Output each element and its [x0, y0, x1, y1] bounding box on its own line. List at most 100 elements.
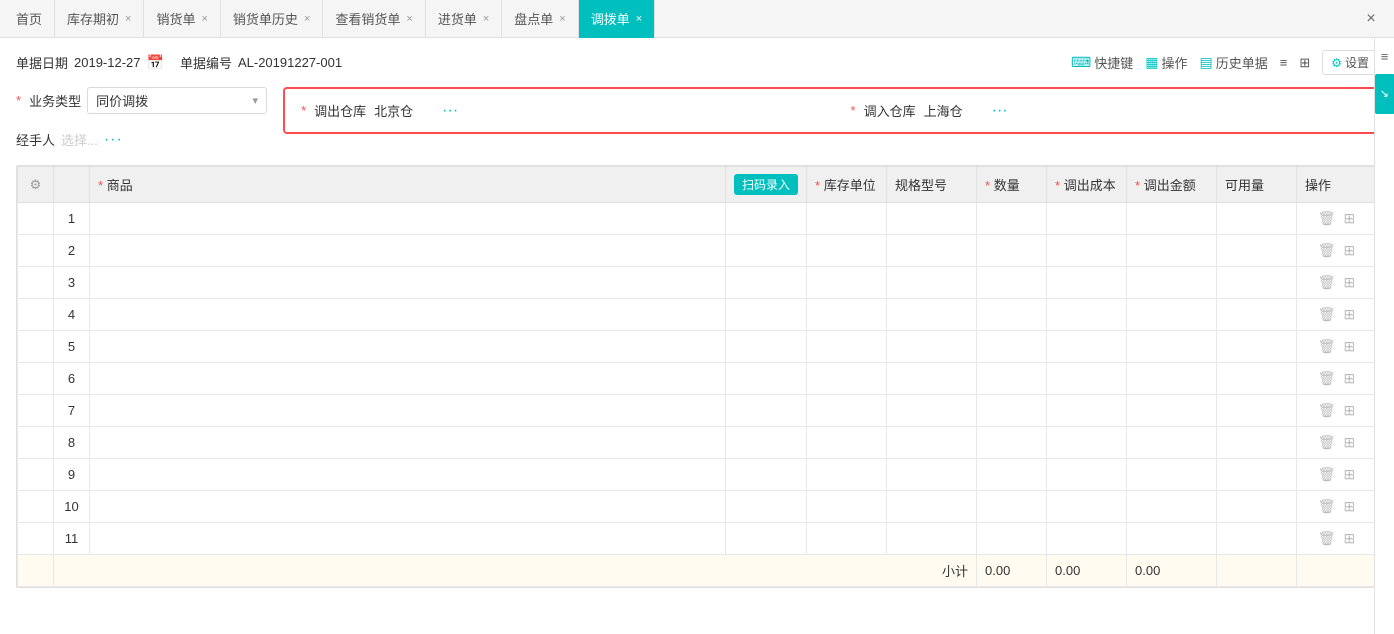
col-ops-header: 操作 — [1297, 167, 1377, 203]
chevron-down-icon: ▾ — [253, 94, 259, 107]
copy-row-2-icon[interactable]: ⊞ — [1344, 242, 1356, 259]
table-row: 8 🗑 ⊞ — [18, 427, 1377, 459]
copy-row-8-icon[interactable]: ⊞ — [1344, 434, 1356, 451]
delete-row-8-icon[interactable]: 🗑 — [1318, 434, 1336, 451]
scan-entry-button[interactable]: 扫码录入 — [734, 174, 798, 195]
col-unit-header: * 库存单位 — [807, 167, 887, 203]
tab-close-transfer-order[interactable]: × — [636, 13, 642, 25]
delete-row-10-icon[interactable]: 🗑 — [1318, 498, 1336, 515]
operation-icon: ▦ — [1145, 54, 1158, 71]
delete-row-5-icon[interactable]: 🗑 — [1318, 338, 1336, 355]
warehouse-section: * 调出仓库 北京仓 ··· * 调入仓库 上海仓 ··· — [283, 87, 1378, 134]
data-table-container: ⚙ * 商品 扫码录入 * 库存单位 规格型号 — [16, 165, 1378, 588]
delete-row-11-icon[interactable]: 🗑 — [1318, 530, 1336, 547]
delete-row-4-icon[interactable]: 🗑 — [1318, 306, 1336, 323]
calendar-icon[interactable]: 📅 — [147, 54, 164, 71]
business-type-select[interactable]: 同价调拨 ▾ — [87, 87, 267, 114]
number-field: 单据编号 AL-20191227-001 — [180, 53, 342, 72]
operator-dots-button[interactable]: ··· — [104, 131, 123, 149]
delete-row-9-icon[interactable]: 🗑 — [1318, 466, 1336, 483]
tab-bar: 首页 库存期初 × 销货单 × 销货单历史 × 查看销货单 × 进货单 × 盘点… — [0, 0, 1394, 38]
subtotal-row: 小计 0.00 0.00 0.00 — [18, 555, 1377, 587]
table-row: 5 🗑 ⊞ — [18, 331, 1377, 363]
source-warehouse-dots-button[interactable]: ··· — [442, 102, 458, 120]
table-settings-icon[interactable]: ⚙ — [26, 177, 45, 193]
header-actions: ⌨ 快捷键 ▦ 操作 ▤ 历史单据 ≡ ⊞ ⚙ 设置 — [1071, 50, 1378, 75]
table-row: 3 🗑 ⊞ — [18, 267, 1377, 299]
copy-row-3-icon[interactable]: ⊞ — [1344, 274, 1356, 291]
settings-gear-icon: ⚙ — [1331, 56, 1342, 70]
delete-row-6-icon[interactable]: 🗑 — [1318, 370, 1336, 387]
table-row: 7 🗑 ⊞ — [18, 395, 1377, 427]
delete-row-7-icon[interactable]: 🗑 — [1318, 402, 1336, 419]
tab-home[interactable]: 首页 — [8, 0, 55, 38]
col-spec-header: 规格型号 — [887, 167, 977, 203]
subtotal-amount: 0.00 — [1127, 555, 1217, 587]
copy-row-5-icon[interactable]: ⊞ — [1344, 338, 1356, 355]
delete-row-3-icon[interactable]: 🗑 — [1318, 274, 1336, 291]
copy-row-11-icon[interactable]: ⊞ — [1344, 530, 1356, 547]
copy-row-6-icon[interactable]: ⊞ — [1344, 370, 1356, 387]
operator-field: 经手人 选择... ··· — [16, 130, 216, 149]
col-amount-header: * 调出金额 — [1127, 167, 1217, 203]
table-header-row: ⚙ * 商品 扫码录入 * 库存单位 规格型号 — [18, 167, 1377, 203]
col-settings[interactable]: ⚙ — [18, 167, 54, 203]
tab-view-sales[interactable]: 查看销货单 × — [323, 0, 425, 38]
target-warehouse-dots-button[interactable]: ··· — [992, 102, 1008, 120]
copy-row-10-icon[interactable]: ⊞ — [1344, 498, 1356, 515]
col-row-num — [54, 167, 90, 203]
table-row: 9 🗑 ⊞ — [18, 459, 1377, 491]
tab-inventory-init[interactable]: 库存期初 × — [55, 0, 144, 38]
delete-row-1-icon[interactable]: 🗑 — [1318, 210, 1336, 227]
business-type-row: * 业务类型 同价调拨 ▾ — [16, 87, 267, 114]
tab-close-sales-order[interactable]: × — [201, 13, 207, 25]
tab-close-inventory-init[interactable]: × — [125, 13, 131, 25]
tab-close-view-sales[interactable]: × — [406, 13, 412, 25]
copy-row-7-icon[interactable]: ⊞ — [1344, 402, 1356, 419]
tab-transfer-order[interactable]: 调拨单 × — [579, 0, 655, 38]
table-row: 11 🗑 ⊞ — [18, 523, 1377, 555]
grid-icon: ⊞ — [1299, 55, 1310, 71]
shortcut-icon: ⌨ — [1071, 54, 1091, 71]
operation-action[interactable]: ▦ 操作 — [1145, 53, 1187, 72]
copy-row-1-icon[interactable]: ⊞ — [1344, 210, 1356, 227]
copy-row-4-icon[interactable]: ⊞ — [1344, 306, 1356, 323]
operator-select[interactable]: 选择... — [61, 130, 98, 149]
grid-action[interactable]: ⊞ — [1299, 55, 1310, 71]
target-warehouse-field: * 调入仓库 上海仓 ··· — [851, 101, 1360, 120]
tab-sales-history[interactable]: 销货单历史 × — [221, 0, 323, 38]
tab-close-purchase-order[interactable]: × — [483, 13, 489, 25]
sidebar-list-icon[interactable]: ≡ — [1375, 46, 1394, 66]
data-table: ⚙ * 商品 扫码录入 * 库存单位 规格型号 — [17, 166, 1377, 587]
table-row: 4 🗑 ⊞ — [18, 299, 1377, 331]
tab-close-inventory-check[interactable]: × — [559, 13, 565, 25]
right-sidebar: ≡ ↗ — [1374, 38, 1394, 634]
business-type-value: 同价调拨 — [96, 91, 246, 110]
form-section: * 业务类型 同价调拨 ▾ 经手人 选择... ··· — [16, 87, 1378, 157]
settings-button[interactable]: ⚙ 设置 — [1322, 50, 1378, 75]
tab-inventory-check[interactable]: 盘点单 × — [502, 0, 578, 38]
delete-row-2-icon[interactable]: 🗑 — [1318, 242, 1336, 259]
copy-row-9-icon[interactable]: ⊞ — [1344, 466, 1356, 483]
main-content: 单据日期 2019-12-27 📅 单据编号 AL-20191227-001 ⌨… — [0, 38, 1394, 634]
layout-action[interactable]: ≡ — [1280, 55, 1288, 70]
close-all-tabs-button[interactable]: × — [1356, 4, 1386, 34]
col-scan-header: 扫码录入 — [725, 167, 806, 203]
history-action[interactable]: ▤ 历史单据 — [1199, 53, 1267, 72]
business-type-field: * 业务类型 同价调拨 ▾ — [16, 87, 267, 114]
sidebar-expand-icon[interactable]: ↗ — [1375, 74, 1394, 114]
operator-row: 经手人 选择... ··· — [16, 130, 267, 149]
target-warehouse-value: 上海仓 — [924, 101, 984, 120]
source-warehouse-value: 北京仓 — [374, 101, 434, 120]
tab-close-sales-history[interactable]: × — [304, 13, 310, 25]
history-icon: ▤ — [1199, 54, 1212, 71]
col-qty-header: * 数量 — [977, 167, 1047, 203]
tab-purchase-order[interactable]: 进货单 × — [426, 0, 502, 38]
tab-sales-order[interactable]: 销货单 × — [144, 0, 220, 38]
shortcut-action[interactable]: ⌨ 快捷键 — [1071, 53, 1133, 72]
date-field: 单据日期 2019-12-27 📅 — [16, 53, 164, 72]
source-warehouse-field: * 调出仓库 北京仓 ··· — [301, 101, 810, 120]
subtotal-qty: 0.00 — [977, 555, 1047, 587]
subtotal-cost: 0.00 — [1047, 555, 1127, 587]
left-form: * 业务类型 同价调拨 ▾ 经手人 选择... ··· — [16, 87, 267, 157]
